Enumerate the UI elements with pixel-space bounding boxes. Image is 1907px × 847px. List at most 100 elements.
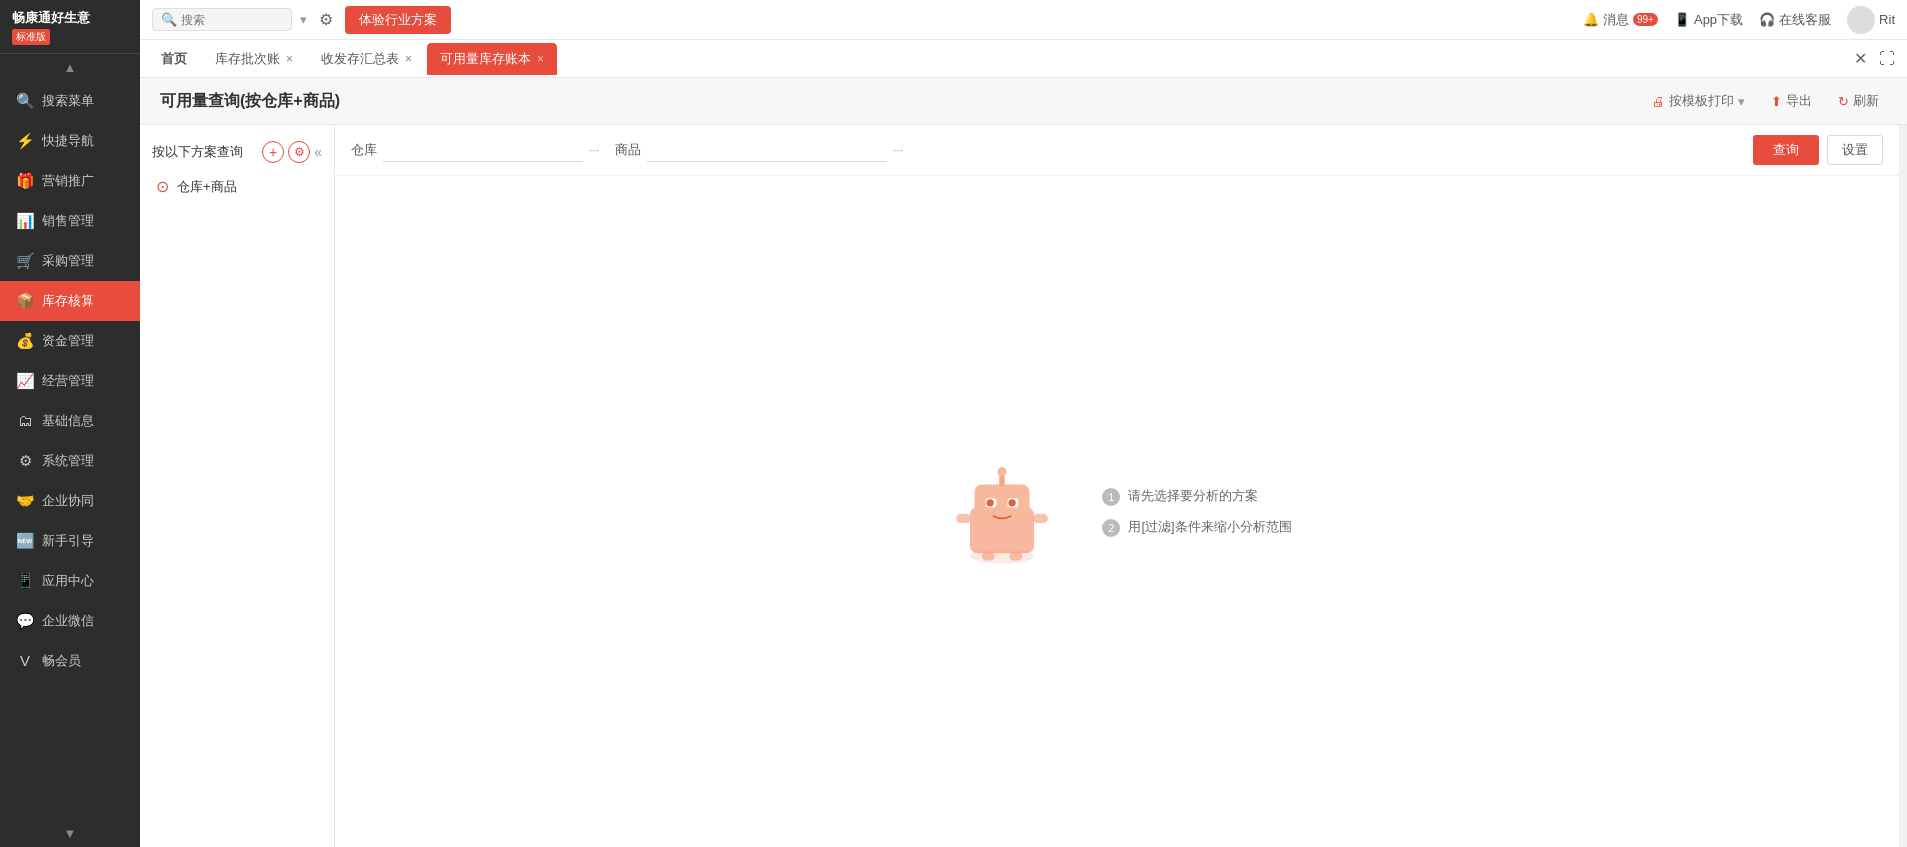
sidebar-item-search[interactable]: 🔍 搜索菜单 bbox=[0, 81, 140, 121]
header-right: 🔔 消息 99+ 📱 App下载 🎧 在线客服 Rit bbox=[1583, 6, 1895, 34]
expand-window-btn[interactable]: ⛶ bbox=[1875, 50, 1899, 68]
scroll-down-btn[interactable]: ▼ bbox=[0, 820, 140, 847]
svg-rect-11 bbox=[982, 551, 995, 560]
phone-icon: 📱 bbox=[1674, 12, 1690, 27]
sidebar-item-shortcut[interactable]: ⚡ 快捷导航 bbox=[0, 121, 140, 161]
warehouse-input[interactable] bbox=[383, 138, 583, 162]
chart-icon: 📊 bbox=[16, 212, 34, 230]
empty-icon-wrapper bbox=[942, 452, 1062, 572]
empty-tips: 1 请先选择要分析的方案 2 用[过滤]条件来缩小分析范围 bbox=[1102, 487, 1291, 537]
export-label: 导出 bbox=[1786, 92, 1812, 110]
product-input[interactable] bbox=[647, 138, 887, 162]
filter-panel-title: 按以下方案查询 bbox=[152, 143, 243, 161]
search-icon: 🔍 bbox=[161, 12, 177, 27]
gear-icon: ⚙ bbox=[16, 452, 34, 470]
svg-rect-9 bbox=[957, 513, 972, 522]
sidebar-item-sales[interactable]: 📊 销售管理 bbox=[0, 201, 140, 241]
notifications-btn[interactable]: 🔔 消息 99+ bbox=[1583, 11, 1658, 29]
add-filter-btn[interactable]: + bbox=[262, 141, 284, 163]
warehouse-more-btn[interactable]: ··· bbox=[589, 143, 599, 157]
sidebar-item-vip[interactable]: V 畅会员 bbox=[0, 641, 140, 681]
sidebar-item-system[interactable]: ⚙ 系统管理 bbox=[0, 441, 140, 481]
svg-rect-10 bbox=[1034, 513, 1049, 522]
svg-point-8 bbox=[998, 467, 1007, 476]
tip-text-2: 用[过滤]条件来缩小分析范围 bbox=[1128, 518, 1291, 536]
user-avatar[interactable]: Rit bbox=[1847, 6, 1895, 34]
header-search-box[interactable]: 🔍 bbox=[152, 8, 292, 31]
sidebar-item-finance[interactable]: 💰 资金管理 bbox=[0, 321, 140, 361]
sidebar-item-label: 营销推广 bbox=[42, 172, 94, 190]
notification-badge: 99+ bbox=[1633, 13, 1658, 26]
sidebar-item-label: 采购管理 bbox=[42, 252, 94, 270]
close-tab-summary[interactable]: × bbox=[405, 52, 412, 66]
tab-label: 库存批次账 bbox=[215, 50, 280, 68]
money-icon: 💰 bbox=[16, 332, 34, 350]
tab-available[interactable]: 可用量库存账本 × bbox=[427, 43, 557, 75]
close-window-btn[interactable]: ✕ bbox=[1850, 49, 1871, 68]
top-header: 🔍 ▾ ⚙ 体验行业方案 🔔 消息 99+ 📱 App下载 🎧 在线客服 Rit bbox=[140, 0, 1907, 40]
sidebar-item-label: 快捷导航 bbox=[42, 132, 94, 150]
sidebar-item-marketing[interactable]: 🎁 营销推广 bbox=[0, 161, 140, 201]
sidebar-item-inventory[interactable]: 📦 库存核算 bbox=[0, 281, 140, 321]
filter-item-label: 仓库+商品 bbox=[177, 178, 237, 196]
print-dropdown-icon[interactable]: ▾ bbox=[1738, 94, 1745, 109]
tab-batch[interactable]: 库存批次账 × bbox=[202, 43, 306, 75]
sidebar-item-label: 企业协同 bbox=[42, 492, 94, 510]
filter-row: 仓库 ··· 商品 ··· 查询 设置 bbox=[335, 125, 1899, 176]
product-label: 商品 bbox=[615, 141, 641, 159]
settings-button[interactable]: 设置 bbox=[1827, 135, 1883, 165]
sidebar-item-basic[interactable]: 🗂 基础信息 bbox=[0, 401, 140, 441]
trial-btn[interactable]: 体验行业方案 bbox=[345, 6, 451, 34]
online-service-btn[interactable]: 🎧 在线客服 bbox=[1759, 11, 1831, 29]
empty-tip-2: 2 用[过滤]条件来缩小分析范围 bbox=[1102, 518, 1291, 537]
settings-icon[interactable]: ⚙ bbox=[315, 10, 337, 29]
app-download-btn[interactable]: 📱 App下载 bbox=[1674, 11, 1743, 29]
tab-summary[interactable]: 收发存汇总表 × bbox=[308, 43, 425, 75]
svg-point-6 bbox=[1009, 499, 1016, 506]
box-icon: 📦 bbox=[16, 292, 34, 310]
handshake-icon: 🤝 bbox=[16, 492, 34, 510]
sidebar-logo: 畅康通好生意 标准版 bbox=[0, 0, 140, 54]
filter-item-warehouse-product[interactable]: ⊙ 仓库+商品 bbox=[140, 169, 334, 204]
collapse-filter-btn[interactable]: « bbox=[314, 144, 322, 160]
username: Rit bbox=[1879, 12, 1895, 27]
lightning-icon: ⚡ bbox=[16, 132, 34, 150]
sidebar-item-label: 销售管理 bbox=[42, 212, 94, 230]
main-area: 🔍 ▾ ⚙ 体验行业方案 🔔 消息 99+ 📱 App下载 🎧 在线客服 Rit bbox=[140, 0, 1907, 847]
edit-filter-btn[interactable]: ⚙ bbox=[288, 141, 310, 163]
close-tab-available[interactable]: × bbox=[537, 52, 544, 66]
refresh-btn[interactable]: ↻ 刷新 bbox=[1830, 88, 1887, 114]
sidebar-item-purchase[interactable]: 🛒 采购管理 bbox=[0, 241, 140, 281]
right-scroll-hint bbox=[1899, 125, 1907, 847]
print-btn[interactable]: 🖨 按模板打印 ▾ bbox=[1644, 88, 1753, 114]
product-more-btn[interactable]: ··· bbox=[893, 143, 903, 157]
close-tab-batch[interactable]: × bbox=[286, 52, 293, 66]
sidebar-item-enterprise[interactable]: 🤝 企业协同 bbox=[0, 481, 140, 521]
tab-home[interactable]: 首页 bbox=[148, 43, 200, 75]
dropdown-icon[interactable]: ▾ bbox=[300, 12, 307, 27]
warehouse-label: 仓库 bbox=[351, 141, 377, 159]
print-icon: 🖨 bbox=[1652, 94, 1665, 109]
sidebar-item-label: 新手引导 bbox=[42, 532, 94, 550]
sidebar-item-wechat[interactable]: 💬 企业微信 bbox=[0, 601, 140, 641]
filter-actions: 查询 设置 bbox=[1753, 135, 1883, 165]
trend-icon: 📈 bbox=[16, 372, 34, 390]
svg-point-5 bbox=[987, 499, 994, 506]
sidebar-item-newguide[interactable]: 🆕 新手引导 bbox=[0, 521, 140, 561]
query-button[interactable]: 查询 bbox=[1753, 135, 1819, 165]
filter-header-actions: + ⚙ « bbox=[262, 141, 322, 163]
sidebar-item-label: 资金管理 bbox=[42, 332, 94, 350]
sidebar: 畅康通好生意 标准版 ▲ 🔍 搜索菜单 ⚡ 快捷导航 🎁 营销推广 📊 销售管理… bbox=[0, 0, 140, 847]
bell-icon: 🔔 bbox=[1583, 12, 1599, 27]
sidebar-item-operations[interactable]: 📈 经营管理 bbox=[0, 361, 140, 401]
header-search-input[interactable] bbox=[181, 13, 271, 27]
headset-icon: 🎧 bbox=[1759, 12, 1775, 27]
scroll-up-btn[interactable]: ▲ bbox=[0, 54, 140, 81]
empty-illustration bbox=[947, 457, 1057, 567]
sidebar-item-apps[interactable]: 📱 应用中心 bbox=[0, 561, 140, 601]
export-btn[interactable]: ⬆ 导出 bbox=[1763, 88, 1820, 114]
sidebar-nav: 🔍 搜索菜单 ⚡ 快捷导航 🎁 营销推广 📊 销售管理 🛒 采购管理 📦 库存核… bbox=[0, 81, 140, 820]
empty-state: 1 请先选择要分析的方案 2 用[过滤]条件来缩小分析范围 bbox=[335, 176, 1899, 847]
empty-tip-1: 1 请先选择要分析的方案 bbox=[1102, 487, 1291, 506]
content-area: 按以下方案查询 + ⚙ « ⊙ 仓库+商品 仓库 ··· bbox=[140, 125, 1907, 847]
